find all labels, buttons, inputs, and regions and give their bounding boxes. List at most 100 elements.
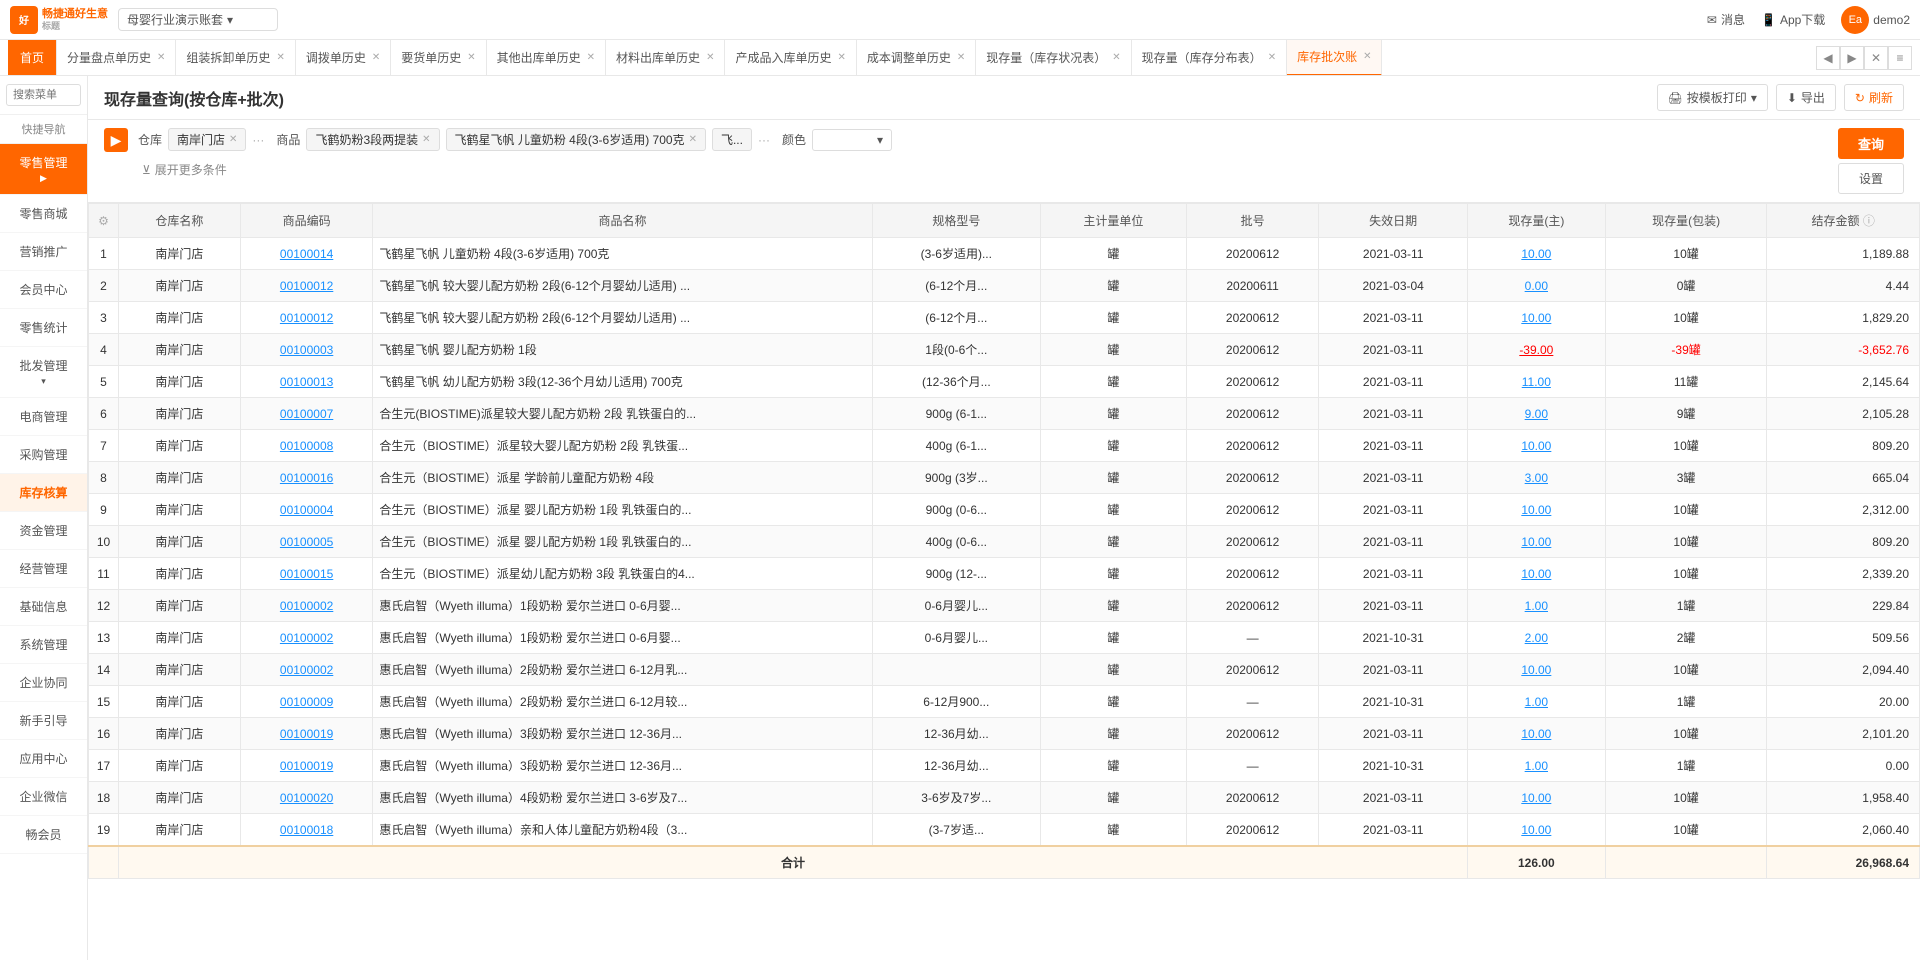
tab-close-icon[interactable]: ✕ xyxy=(1112,52,1120,63)
col-settings[interactable]: ⚙ xyxy=(89,204,119,238)
sidebar-item-retail-stats[interactable]: 零售统计 xyxy=(0,309,87,347)
product-tag-2[interactable]: 飞... xyxy=(712,128,752,151)
cell-qty-main[interactable]: 10.00 xyxy=(1467,814,1605,847)
cell-qty-main[interactable]: 2.00 xyxy=(1467,622,1605,654)
cell-code[interactable]: 00100018 xyxy=(240,814,373,847)
user-profile[interactable]: Ea demo2 xyxy=(1841,6,1910,34)
sidebar-item-corp-wechat[interactable]: 企业微信 xyxy=(0,778,87,816)
sidebar-item-business[interactable]: 经营管理 xyxy=(0,550,87,588)
sidebar-item-retail-shop[interactable]: 零售商城 xyxy=(0,195,87,233)
tab-zu-chai[interactable]: 组装拆卸单历史 ✕ xyxy=(176,40,295,76)
messages-btn[interactable]: ✉ 消息 xyxy=(1707,11,1745,28)
product-tag-1[interactable]: 飞鹤星飞帆 儿童奶粉 4段(3-6岁适用) 700克 ✕ xyxy=(446,128,706,151)
print-button[interactable]: 🖨 按模板打印 ▾ xyxy=(1657,84,1768,111)
cell-qty-main[interactable]: 10.00 xyxy=(1467,558,1605,590)
cell-qty-main[interactable]: 0.00 xyxy=(1467,270,1605,302)
cell-qty-main[interactable]: 1.00 xyxy=(1467,686,1605,718)
tab-qi-ta-chu[interactable]: 其他出库单历史 ✕ xyxy=(487,40,606,76)
sidebar-item-purchase[interactable]: 采购管理 xyxy=(0,436,87,474)
cell-qty-main[interactable]: -39.00 xyxy=(1467,334,1605,366)
cell-code[interactable]: 00100005 xyxy=(240,526,373,558)
cell-code[interactable]: 00100014 xyxy=(240,238,373,270)
cell-code[interactable]: 00100019 xyxy=(240,718,373,750)
tab-fen-pan[interactable]: 分量盘点单历史 ✕ xyxy=(57,40,176,76)
tab-close-icon[interactable]: ✕ xyxy=(837,52,845,63)
cell-code[interactable]: 00100020 xyxy=(240,782,373,814)
tab-home[interactable]: 首页 xyxy=(8,40,57,76)
cell-qty-main[interactable]: 10.00 xyxy=(1467,238,1605,270)
tab-close-icon[interactable]: ✕ xyxy=(957,52,965,63)
tab-cheng-ben[interactable]: 成本调整单历史 ✕ xyxy=(857,40,976,76)
tab-close-icon[interactable]: ✕ xyxy=(276,52,284,63)
sidebar-item-company[interactable]: 企业协同 xyxy=(0,664,87,702)
sidebar-item-guide[interactable]: 新手引导 xyxy=(0,702,87,740)
color-dropdown[interactable]: ▾ xyxy=(812,129,892,151)
cell-qty-main[interactable]: 3.00 xyxy=(1467,462,1605,494)
sidebar-quick-nav[interactable]: 快捷导航 xyxy=(0,115,87,144)
tab-chan-pin-ru[interactable]: 产成品入库单历史 ✕ xyxy=(725,40,856,76)
cell-qty-main[interactable]: 9.00 xyxy=(1467,398,1605,430)
cell-qty-main[interactable]: 10.00 xyxy=(1467,494,1605,526)
tab-yao-huo[interactable]: 要货单历史 ✕ xyxy=(391,40,486,76)
tab-cai-liao-chu[interactable]: 材料出库单历史 ✕ xyxy=(606,40,725,76)
cell-code[interactable]: 00100016 xyxy=(240,462,373,494)
tab-next-arrow[interactable]: ▶ xyxy=(1840,46,1864,70)
cell-qty-main[interactable]: 10.00 xyxy=(1467,654,1605,686)
tab-close-icon[interactable]: ✕ xyxy=(372,52,380,63)
cell-code[interactable]: 00100002 xyxy=(240,622,373,654)
product-more-icon[interactable]: ··· xyxy=(758,133,770,147)
tab-xian-cun-kuan[interactable]: 现存量（库存状况表） ✕ xyxy=(976,40,1131,76)
cell-code[interactable]: 00100003 xyxy=(240,334,373,366)
cell-qty-main[interactable]: 10.00 xyxy=(1467,718,1605,750)
sidebar-item-finance[interactable]: 资金管理 xyxy=(0,512,87,550)
tab-close-icon[interactable]: ✕ xyxy=(706,52,714,63)
warehouse-tag[interactable]: 南岸门店 ✕ xyxy=(168,128,246,151)
product-remove-icon[interactable]: ✕ xyxy=(422,134,430,145)
tab-close-icon[interactable]: ✕ xyxy=(1268,52,1276,63)
cell-qty-main[interactable]: 10.00 xyxy=(1467,430,1605,462)
settings-icon[interactable]: ⚙ xyxy=(98,214,109,228)
cell-qty-main[interactable]: 10.00 xyxy=(1467,302,1605,334)
tab-close-all[interactable]: ✕ xyxy=(1864,46,1888,70)
cell-qty-main[interactable]: 1.00 xyxy=(1467,590,1605,622)
sidebar-item-inventory[interactable]: 库存核算 xyxy=(0,474,87,512)
settings-button[interactable]: 设置 xyxy=(1838,163,1904,194)
filter-expand-toggle[interactable]: ▶ xyxy=(104,128,128,152)
search-input[interactable] xyxy=(6,84,81,106)
query-button[interactable]: 查询 xyxy=(1838,128,1904,159)
cell-code[interactable]: 00100002 xyxy=(240,654,373,686)
expand-btn[interactable]: ⊻ 展开更多条件 xyxy=(142,161,227,178)
cell-code[interactable]: 00100007 xyxy=(240,398,373,430)
warehouse-more-icon[interactable]: ··· xyxy=(252,133,264,147)
cell-code[interactable]: 00100015 xyxy=(240,558,373,590)
tab-close-icon[interactable]: ✕ xyxy=(467,52,475,63)
sidebar-item-system[interactable]: 系统管理 xyxy=(0,626,87,664)
cell-code[interactable]: 00100009 xyxy=(240,686,373,718)
cell-code[interactable]: 00100002 xyxy=(240,590,373,622)
product-remove-icon[interactable]: ✕ xyxy=(689,134,697,145)
cell-code[interactable]: 00100012 xyxy=(240,302,373,334)
cell-qty-main[interactable]: 10.00 xyxy=(1467,782,1605,814)
tab-close-icon[interactable]: ✕ xyxy=(587,52,595,63)
tab-more[interactable]: ≡ xyxy=(1888,46,1912,70)
sidebar-item-retail-mgmt[interactable]: 零售管理 ▶ xyxy=(0,144,87,195)
export-button[interactable]: ⬇ 导出 xyxy=(1776,84,1836,111)
warehouse-remove-icon[interactable]: ✕ xyxy=(229,134,237,145)
cell-qty-main[interactable]: 1.00 xyxy=(1467,750,1605,782)
tab-pi-ci[interactable]: 库存批次账 ✕ xyxy=(1287,40,1382,76)
sidebar-item-wholesale[interactable]: 批发管理 ▾ xyxy=(0,347,87,398)
product-tag-0[interactable]: 飞鹤奶粉3段两提装 ✕ xyxy=(306,128,439,151)
cell-code[interactable]: 00100013 xyxy=(240,366,373,398)
filter-expand-more[interactable]: ⊻ 展开更多条件 xyxy=(138,157,1828,182)
tab-diao-bo[interactable]: 调拨单历史 ✕ xyxy=(296,40,391,76)
sidebar-item-ecommerce[interactable]: 电商管理 xyxy=(0,398,87,436)
cell-code[interactable]: 00100012 xyxy=(240,270,373,302)
tab-xian-cun-fen[interactable]: 现存量（库存分布表） ✕ xyxy=(1132,40,1287,76)
tab-close-icon[interactable]: ✕ xyxy=(1363,51,1371,62)
tab-close-icon[interactable]: ✕ xyxy=(157,52,165,63)
sidebar-item-basic[interactable]: 基础信息 xyxy=(0,588,87,626)
sidebar-item-member2[interactable]: 畅会员 xyxy=(0,816,87,854)
app-download-btn[interactable]: 📱 App下载 xyxy=(1761,11,1825,28)
cell-qty-main[interactable]: 10.00 xyxy=(1467,526,1605,558)
workspace-selector[interactable]: 母婴行业演示账套 ▾ xyxy=(118,8,278,31)
